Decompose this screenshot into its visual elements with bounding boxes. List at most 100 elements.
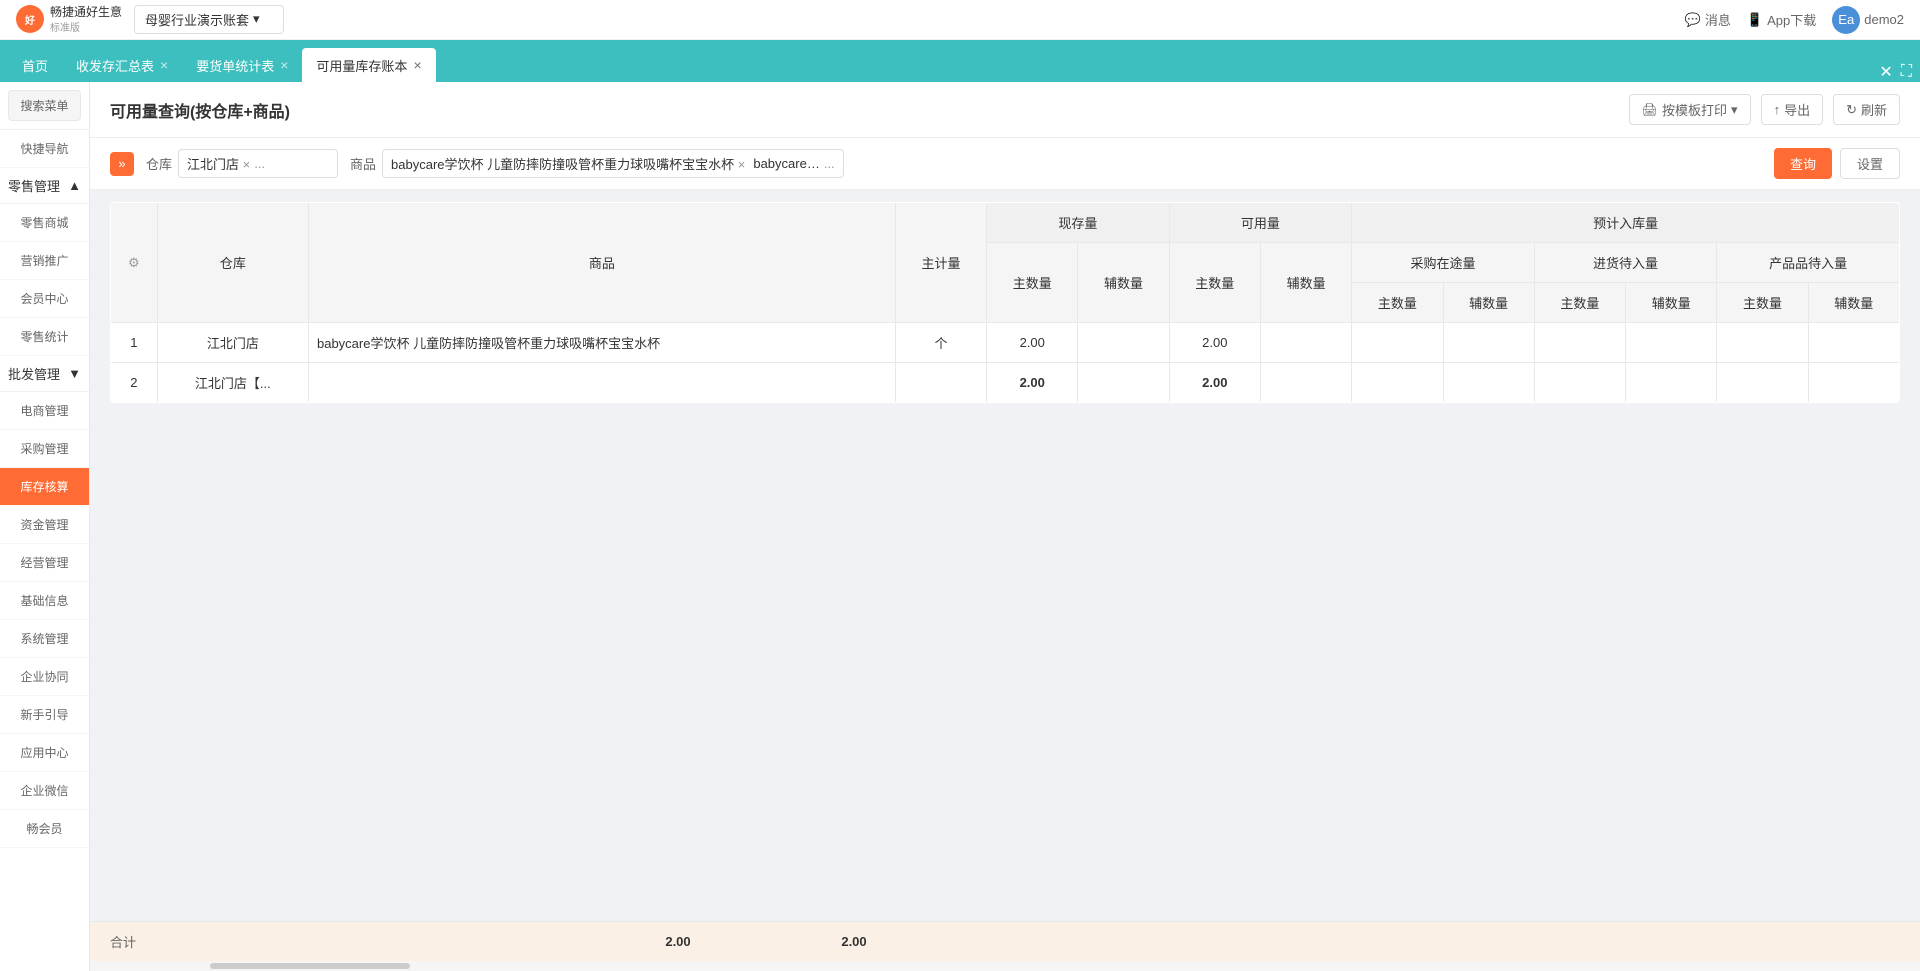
product-tag2: babycare… <box>753 156 819 171</box>
sidebar-item-电商管理[interactable]: 电商管理 <box>0 392 89 430</box>
footer-avail-main: 2.00 <box>814 934 894 949</box>
warehouse-more[interactable]: ... <box>254 156 265 171</box>
th-warehouse: 仓库 <box>157 203 308 323</box>
close-all-btn[interactable]: ✕ <box>1879 62 1892 82</box>
tab-close-icon[interactable]: × <box>280 57 288 73</box>
industry-select[interactable]: 母婴行业演示账套 ▾ <box>134 5 284 34</box>
tab-bar: 首页 收发存汇总表 × 要货单统计表 × 可用量库存账本 × ✕ ⛶ <box>0 40 1920 82</box>
product-tag1-close[interactable]: × <box>738 157 746 172</box>
sidebar-item-零售管理[interactable]: 零售管理 ▲ <box>0 168 89 204</box>
tab-收发存汇总表[interactable]: 收发存汇总表 × <box>62 48 182 82</box>
filter-bar: » 仓库 江北门店 × ... 商品 babycare学饮杯 儿童防摔防撞吸管杯… <box>90 138 1920 190</box>
settings-icon[interactable]: ⚙ <box>128 255 140 270</box>
query-btn[interactable]: 查询 <box>1774 148 1832 179</box>
tab-close-icon[interactable]: × <box>413 57 421 73</box>
cell-avail-aux <box>1260 363 1351 403</box>
app-download-btn[interactable]: 📱 App下载 <box>1747 10 1816 29</box>
th-available: 可用量 <box>1169 203 1352 243</box>
warehouse-tag-close[interactable]: × <box>243 157 251 172</box>
sidebar-item-批发管理[interactable]: 批发管理 ▼ <box>0 356 89 392</box>
export-label: 导出 <box>1784 100 1810 119</box>
export-btn[interactable]: ↑ 导出 <box>1761 94 1824 125</box>
sidebar-item-企业微信[interactable]: 企业微信 <box>0 772 89 810</box>
message-btn[interactable]: 💬 消息 <box>1685 10 1731 29</box>
sidebar-item-零售统计[interactable]: 零售统计 <box>0 318 89 356</box>
product-value1: babycare学饮杯 儿童防摔防撞吸管杯重力球吸嘴杯宝宝水杯 <box>391 157 734 172</box>
cell-avail-main: 2.00 <box>1169 363 1260 403</box>
warehouse-tag: 江北门店 × <box>187 154 250 173</box>
product-more[interactable]: ... <box>824 156 835 171</box>
th-pt-aux: 辅数量 <box>1443 283 1534 323</box>
filter-toggle-btn[interactable]: » <box>110 152 134 176</box>
cell-current-main: 2.00 <box>987 363 1078 403</box>
cell-current-aux <box>1078 363 1169 403</box>
sidebar-item-基础信息[interactable]: 基础信息 <box>0 582 89 620</box>
th-incoming: 进货待入量 <box>1534 243 1717 283</box>
refresh-btn[interactable]: ↻ 刷新 <box>1833 94 1900 125</box>
refresh-label: 刷新 <box>1861 100 1887 119</box>
main-layout: 搜索菜单 快捷导航 零售管理 ▲ 零售商城 营销推广 会员中心 零售统计 批发管… <box>0 82 1920 971</box>
sidebar-item-营销推广[interactable]: 营销推广 <box>0 242 89 280</box>
cell-in-main <box>1534 363 1625 403</box>
tab-home[interactable]: 首页 <box>8 48 62 82</box>
sidebar-item-畅会员[interactable]: 畅会员 <box>0 810 89 848</box>
phone-icon: 📱 <box>1747 12 1763 28</box>
product-input[interactable]: babycare学饮杯 儿童防摔防撞吸管杯重力球吸嘴杯宝宝水杯 × babyca… <box>382 149 844 178</box>
logo-sub: 标准版 <box>50 19 122 34</box>
cell-pt-aux <box>1443 363 1534 403</box>
chevron-down-icon: ▼ <box>68 366 81 381</box>
sidebar-item-资金管理[interactable]: 资金管理 <box>0 506 89 544</box>
tab-close-icon[interactable]: × <box>160 57 168 73</box>
cell-current-main: 2.00 <box>987 323 1078 363</box>
cell-pt-main <box>1352 323 1443 363</box>
sidebar-item-快捷导航[interactable]: 快捷导航 <box>0 130 89 168</box>
horizontal-scrollbar[interactable] <box>90 961 1920 971</box>
sidebar-item-企业协同[interactable]: 企业协同 <box>0 658 89 696</box>
maximize-btn[interactable]: ⛶ <box>1901 63 1912 81</box>
cell-warehouse: 江北门店 <box>157 323 308 363</box>
th-planned-in: 预计入库量 <box>1352 203 1900 243</box>
th-current-stock: 现存量 <box>987 203 1170 243</box>
sidebar-item-新手引导[interactable]: 新手引导 <box>0 696 89 734</box>
app-download-label: App下载 <box>1767 10 1816 29</box>
settings-btn[interactable]: 设置 <box>1840 148 1900 179</box>
tab-可用量库存账本[interactable]: 可用量库存账本 × <box>302 48 435 82</box>
sidebar-item-系统管理[interactable]: 系统管理 <box>0 620 89 658</box>
th-settings[interactable]: ⚙ <box>111 203 158 323</box>
search-menu-btn[interactable]: 搜索菜单 <box>8 90 81 121</box>
sidebar-item-经营管理[interactable]: 经营管理 <box>0 544 89 582</box>
warehouse-value: 江北门店 <box>187 157 239 172</box>
logo-text-block: 畅捷通好生意 标准版 <box>50 5 122 34</box>
table-container: ⚙ 仓库 商品 主计量 现存量 可用量 预计入库量 主数量 辅数量 主数量 辅数… <box>90 190 1920 921</box>
tab-要货单统计表[interactable]: 要货单统计表 × <box>182 48 302 82</box>
print-btn[interactable]: 🖨 按模板打印 ▾ <box>1629 94 1751 125</box>
cell-index: 1 <box>111 323 158 363</box>
sidebar-item-会员中心[interactable]: 会员中心 <box>0 280 89 318</box>
user-area[interactable]: Ea demo2 <box>1832 6 1904 34</box>
sidebar-label: 批发管理 <box>8 364 60 383</box>
th-pp-aux: 辅数量 <box>1808 283 1899 323</box>
content-area: 可用量查询(按仓库+商品) 🖨 按模板打印 ▾ ↑ 导出 ↻ 刷新 <box>90 82 1920 971</box>
cell-pp-main <box>1717 363 1808 403</box>
sidebar-item-库存核算[interactable]: 库存核算 <box>0 468 89 506</box>
th-pt-main: 主数量 <box>1352 283 1443 323</box>
warehouse-input[interactable]: 江北门店 × ... <box>178 149 338 178</box>
user-name: demo2 <box>1864 12 1904 27</box>
footer-row: 合计 2.00 2.00 <box>110 932 1900 951</box>
avatar: Ea <box>1832 6 1860 34</box>
scrollbar-thumb[interactable] <box>210 963 410 969</box>
cell-pp-main <box>1717 323 1808 363</box>
th-current-aux: 辅数量 <box>1078 243 1169 323</box>
logo-area: 好 畅捷通好生意 标准版 <box>16 5 122 34</box>
sidebar-item-应用中心[interactable]: 应用中心 <box>0 734 89 772</box>
sidebar-item-采购管理[interactable]: 采购管理 <box>0 430 89 468</box>
cell-in-main <box>1534 323 1625 363</box>
tab-home-label: 首页 <box>22 56 48 75</box>
chevron-up-icon: ▲ <box>68 178 81 193</box>
footer-current-main: 2.00 <box>638 934 718 949</box>
th-pp-main: 主数量 <box>1717 283 1808 323</box>
logo-text: 畅捷通好生意 <box>50 5 122 19</box>
sidebar-item-零售商城[interactable]: 零售商城 <box>0 204 89 242</box>
cell-product: babycare学饮杯 儿童防摔防撞吸管杯重力球吸嘴杯宝宝水杯 <box>308 323 895 363</box>
table-footer: 合计 2.00 2.00 <box>90 921 1920 961</box>
